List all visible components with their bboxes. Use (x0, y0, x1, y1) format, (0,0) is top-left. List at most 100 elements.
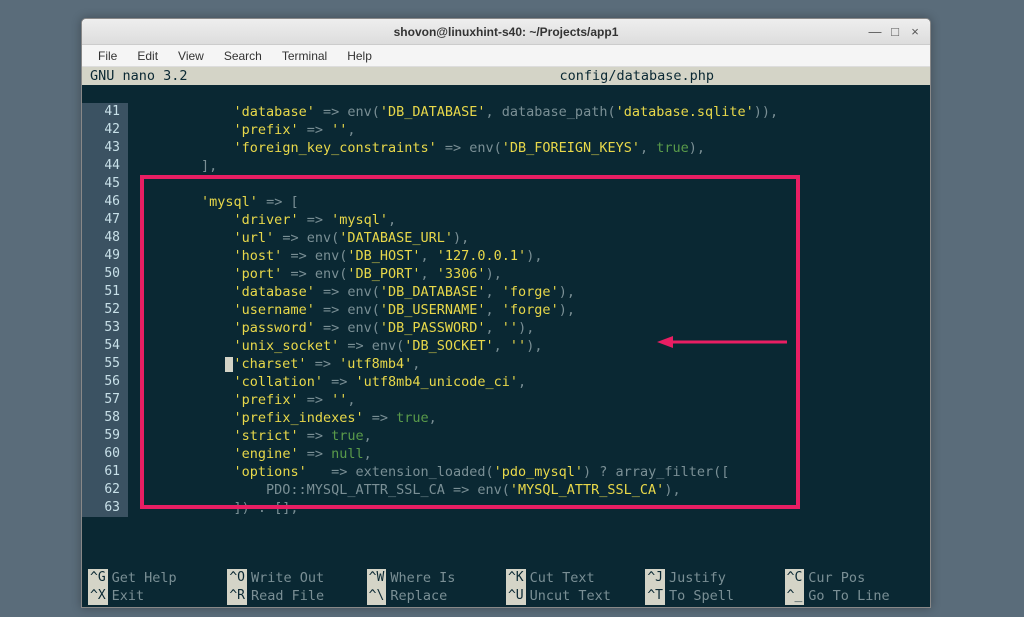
menu-edit[interactable]: Edit (129, 47, 166, 65)
code-line[interactable]: 48 'url' => env('DATABASE_URL'), (82, 229, 930, 247)
code-line[interactable]: 43 'foreign_key_constraints' => env('DB_… (82, 139, 930, 157)
code-content[interactable]: 'mysql' => [ (128, 193, 930, 211)
code-content[interactable]: 'foreign_key_constraints' => env('DB_FOR… (128, 139, 930, 157)
shortcut-key: ^X (88, 587, 108, 605)
code-content[interactable]: PDO::MYSQL_ATTR_SSL_CA => env('MYSQL_ATT… (128, 481, 930, 499)
shortcut-key: ^O (227, 569, 247, 587)
code-line[interactable]: 52 'username' => env('DB_USERNAME', 'for… (82, 301, 930, 319)
shortcut-item: ^XExit (88, 587, 227, 605)
shortcut-label: To Spell (669, 587, 734, 605)
line-number: 57 (82, 391, 128, 409)
shortcut-item: ^CCur Pos (785, 569, 924, 587)
shortcut-label: Uncut Text (530, 587, 611, 605)
code-line[interactable]: 42 'prefix' => '', (82, 121, 930, 139)
code-content[interactable]: 'charset' => 'utf8mb4', (128, 355, 930, 373)
shortcut-label: Exit (112, 587, 145, 605)
line-number: 51 (82, 283, 128, 301)
shortcut-item: ^TTo Spell (645, 587, 784, 605)
line-number: 41 (82, 103, 128, 121)
code-content[interactable] (128, 175, 930, 193)
menu-search[interactable]: Search (216, 47, 270, 65)
shortcut-item: ^UUncut Text (506, 587, 645, 605)
line-number: 46 (82, 193, 128, 211)
shortcut-item: ^_Go To Line (785, 587, 924, 605)
shortcut-key: ^T (645, 587, 665, 605)
code-line[interactable]: 61 'options' => extension_loaded('pdo_my… (82, 463, 930, 481)
window-title: shovon@linuxhint-s40: ~/Projects/app1 (394, 25, 619, 39)
shortcut-key: ^R (227, 587, 247, 605)
code-content[interactable]: 'options' => extension_loaded('pdo_mysql… (128, 463, 930, 481)
code-line[interactable]: 56 'collation' => 'utf8mb4_unicode_ci', (82, 373, 930, 391)
code-content[interactable]: ], (128, 157, 930, 175)
code-content[interactable]: 'host' => env('DB_HOST', '127.0.0.1'), (128, 247, 930, 265)
nano-filename: config/database.php (188, 67, 926, 85)
code-line[interactable]: 63 ]) : [], (82, 499, 930, 517)
maximize-button[interactable]: □ (886, 23, 904, 41)
code-content[interactable]: 'password' => env('DB_PASSWORD', ''), (128, 319, 930, 337)
code-line[interactable]: 60 'engine' => null, (82, 445, 930, 463)
minimize-button[interactable]: — (866, 23, 884, 41)
code-content[interactable]: ]) : [], (128, 499, 930, 517)
code-content[interactable]: 'collation' => 'utf8mb4_unicode_ci', (128, 373, 930, 391)
shortcut-key: ^K (506, 569, 526, 587)
code-line[interactable]: 62 PDO::MYSQL_ATTR_SSL_CA => env('MYSQL_… (82, 481, 930, 499)
line-number: 45 (82, 175, 128, 193)
menu-view[interactable]: View (170, 47, 212, 65)
line-number: 60 (82, 445, 128, 463)
shortcut-key: ^_ (785, 587, 805, 605)
terminal-area[interactable]: GNU nano 3.2 config/database.php 41 'dat… (82, 67, 930, 607)
menu-terminal[interactable]: Terminal (274, 47, 335, 65)
shortcut-key: ^U (506, 587, 526, 605)
code-content[interactable]: 'prefix' => '', (128, 121, 930, 139)
code-line[interactable]: 41 'database' => env('DB_DATABASE', data… (82, 103, 930, 121)
shortcut-item: ^GGet Help (88, 569, 227, 587)
menubar: File Edit View Search Terminal Help (82, 45, 930, 67)
menu-help[interactable]: Help (339, 47, 380, 65)
code-content[interactable]: 'engine' => null, (128, 445, 930, 463)
shortcut-label: Cur Pos (808, 569, 865, 587)
code-content[interactable]: 'database' => env('DB_DATABASE', databas… (128, 103, 930, 121)
code-line[interactable]: 44 ], (82, 157, 930, 175)
line-number: 43 (82, 139, 128, 157)
line-number: 63 (82, 499, 128, 517)
code-line[interactable]: 55 'charset' => 'utf8mb4', (82, 355, 930, 373)
code-line[interactable]: 49 'host' => env('DB_HOST', '127.0.0.1')… (82, 247, 930, 265)
close-button[interactable]: × (906, 23, 924, 41)
nano-header: GNU nano 3.2 config/database.php (82, 67, 930, 85)
code-line[interactable]: 54 'unix_socket' => env('DB_SOCKET', '')… (82, 337, 930, 355)
line-number: 55 (82, 355, 128, 373)
code-content[interactable]: 'database' => env('DB_DATABASE', 'forge'… (128, 283, 930, 301)
shortcut-item: ^WWhere Is (367, 569, 506, 587)
menu-file[interactable]: File (90, 47, 125, 65)
shortcut-label: Replace (390, 587, 447, 605)
line-number: 42 (82, 121, 128, 139)
code-content[interactable]: 'prefix' => '', (128, 391, 930, 409)
code-editor[interactable]: 41 'database' => env('DB_DATABASE', data… (82, 85, 930, 517)
shortcut-key: ^G (88, 569, 108, 587)
code-line[interactable]: 59 'strict' => true, (82, 427, 930, 445)
code-content[interactable]: 'url' => env('DATABASE_URL'), (128, 229, 930, 247)
line-number: 53 (82, 319, 128, 337)
code-line[interactable]: 51 'database' => env('DB_DATABASE', 'for… (82, 283, 930, 301)
code-line[interactable]: 53 'password' => env('DB_PASSWORD', ''), (82, 319, 930, 337)
code-content[interactable]: 'prefix_indexes' => true, (128, 409, 930, 427)
line-number: 52 (82, 301, 128, 319)
shortcut-key: ^\ (367, 587, 387, 605)
code-content[interactable]: 'port' => env('DB_PORT', '3306'), (128, 265, 930, 283)
code-content[interactable]: 'unix_socket' => env('DB_SOCKET', ''), (128, 337, 930, 355)
code-line[interactable]: 50 'port' => env('DB_PORT', '3306'), (82, 265, 930, 283)
shortcut-label: Cut Text (530, 569, 595, 587)
code-line[interactable]: 57 'prefix' => '', (82, 391, 930, 409)
titlebar[interactable]: shovon@linuxhint-s40: ~/Projects/app1 — … (82, 19, 930, 45)
code-line[interactable]: 58 'prefix_indexes' => true, (82, 409, 930, 427)
code-content[interactable]: 'username' => env('DB_USERNAME', 'forge'… (128, 301, 930, 319)
code-line[interactable]: 45 (82, 175, 930, 193)
code-content[interactable]: 'driver' => 'mysql', (128, 211, 930, 229)
shortcut-label: Justify (669, 569, 726, 587)
code-content[interactable]: 'strict' => true, (128, 427, 930, 445)
code-line[interactable]: 47 'driver' => 'mysql', (82, 211, 930, 229)
shortcut-key: ^C (785, 569, 805, 587)
shortcut-label: Where Is (390, 569, 455, 587)
terminal-window: shovon@linuxhint-s40: ~/Projects/app1 — … (81, 18, 931, 608)
code-line[interactable]: 46 'mysql' => [ (82, 193, 930, 211)
